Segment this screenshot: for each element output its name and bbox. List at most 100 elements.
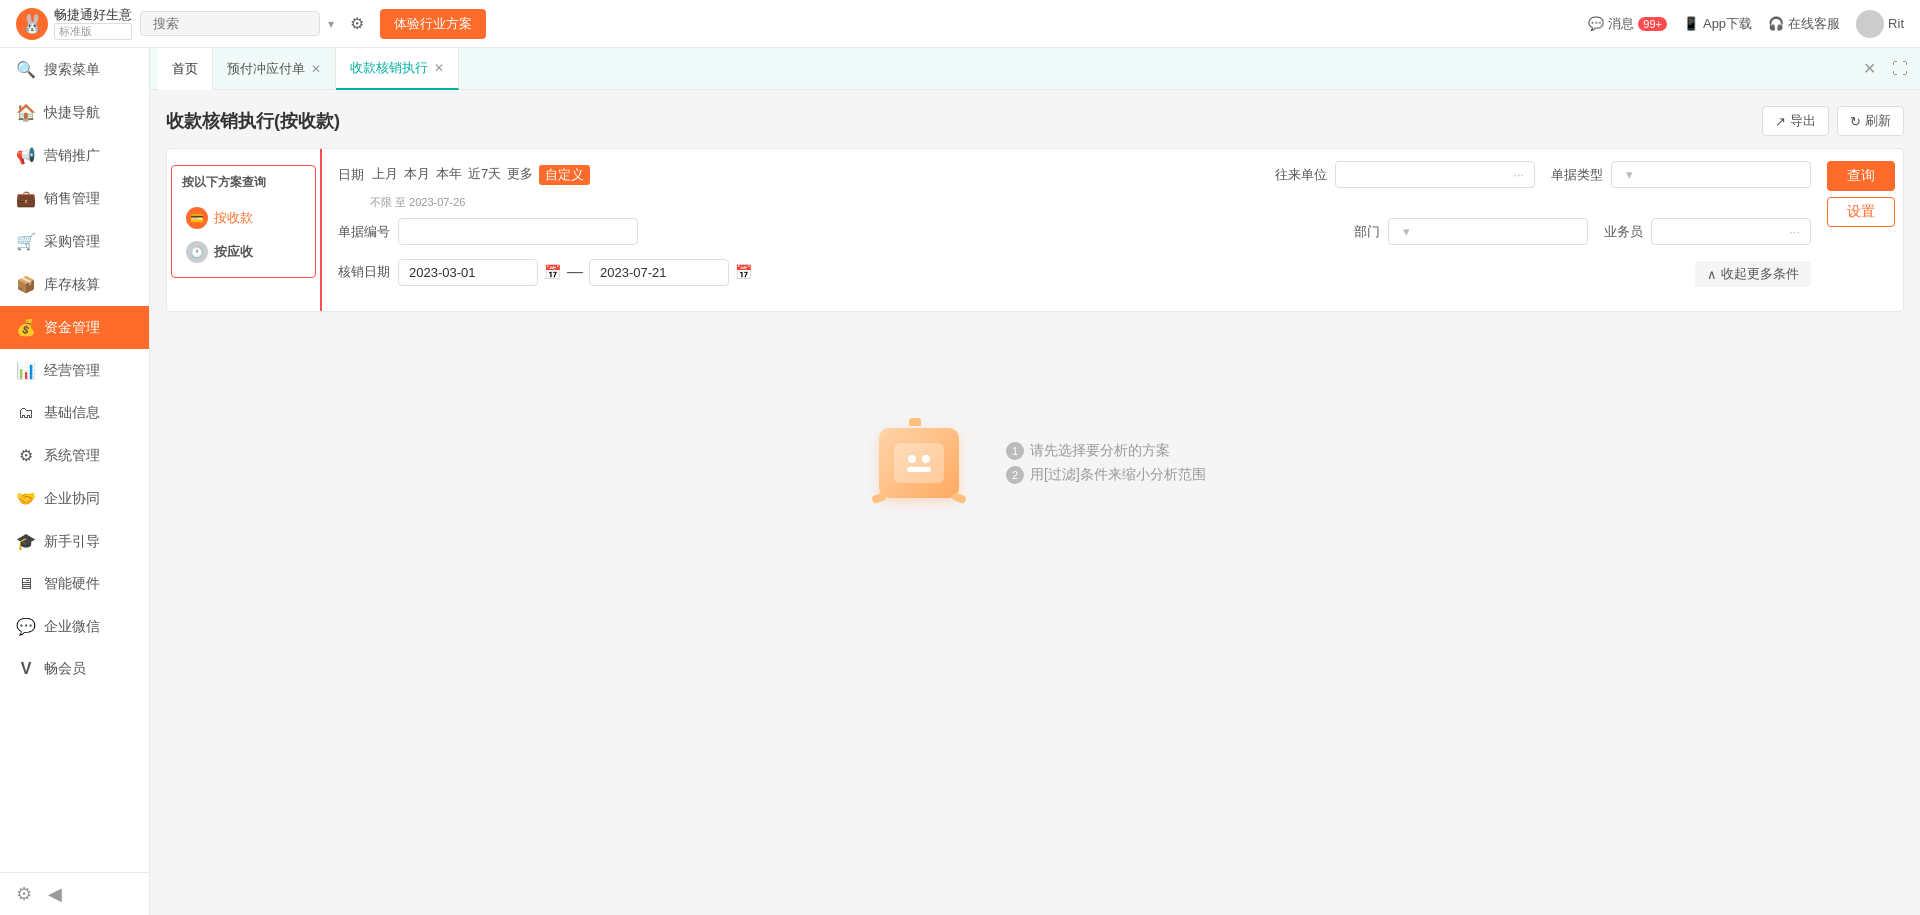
refresh-btn[interactable]: ↻ 刷新 bbox=[1837, 106, 1904, 136]
date-link-7days[interactable]: 近7天 bbox=[468, 165, 501, 185]
tab-bar: 首页 预付冲应付单 ✕ 收款核销执行 ✕ ✕ ⛶ bbox=[150, 48, 1920, 90]
export-btn[interactable]: ↗ 导出 bbox=[1762, 106, 1829, 136]
filter-by-receipt[interactable]: 💳 按收款 bbox=[182, 201, 305, 235]
top-bar: 🐰 畅捷通好生意 标准版 ▾ ⚙ 体验行业方案 💬 消息 99+ 📱 App下载… bbox=[0, 0, 1920, 48]
verify-date-from[interactable] bbox=[398, 259, 538, 286]
dropdown-chevron-icon[interactable]: ▾ bbox=[328, 17, 334, 31]
date-links: 上月 本月 本年 近7天 更多 自定义 bbox=[372, 165, 590, 185]
sidebar-item-finance[interactable]: 💰 资金管理 bbox=[0, 306, 149, 349]
doc-type-label: 单据类型 bbox=[1551, 166, 1603, 184]
sidebar-item-search[interactable]: 🔍 搜索菜单 bbox=[0, 48, 149, 91]
tab-expand-btn[interactable]: ⛶ bbox=[1888, 56, 1912, 82]
tab-home[interactable]: 首页 bbox=[158, 48, 213, 90]
counterparty-group: 往来单位 ··· bbox=[1275, 161, 1535, 188]
avatar bbox=[1856, 10, 1884, 38]
sidebar-item-basic-info[interactable]: 🗂 基础信息 bbox=[0, 392, 149, 434]
filter-row-3: 核销日期 📅 — 📅 ∧ bbox=[338, 257, 1811, 287]
counterparty-dots: ··· bbox=[1513, 167, 1524, 182]
doc-num-input[interactable] bbox=[398, 218, 638, 245]
sidebar-item-wechat[interactable]: 💬 企业微信 bbox=[0, 605, 149, 648]
collapse-sidebar-icon[interactable]: ◀ bbox=[48, 883, 62, 905]
service-icon: 🎧 bbox=[1768, 16, 1784, 31]
verify-date-range: 📅 — 📅 bbox=[398, 259, 752, 286]
filter-row-2: 单据编号 部门 ▾ 业务员 ··· bbox=[338, 218, 1811, 245]
tab-close-receipt[interactable]: ✕ bbox=[434, 61, 444, 75]
management-icon: 📊 bbox=[16, 361, 36, 380]
staff-label: 业务员 bbox=[1604, 223, 1643, 241]
dept-select[interactable]: ▾ bbox=[1388, 218, 1588, 245]
app-download-btn[interactable]: 📱 App下载 bbox=[1683, 15, 1752, 33]
cal-to-icon[interactable]: 📅 bbox=[735, 264, 752, 280]
refresh-icon: ↻ bbox=[1850, 114, 1861, 129]
staff-group: 业务员 ··· bbox=[1604, 218, 1811, 245]
home-icon: 🏠 bbox=[16, 103, 36, 122]
sidebar-item-sales[interactable]: 💼 销售管理 bbox=[0, 177, 149, 220]
dept-group: 部门 ▾ bbox=[1354, 218, 1588, 245]
service-btn[interactable]: 🎧 在线客服 bbox=[1768, 15, 1840, 33]
app-icon: 📱 bbox=[1683, 16, 1699, 31]
collapse-more-icon: ∧ bbox=[1707, 267, 1717, 282]
doc-type-group: 单据类型 ▾ bbox=[1551, 161, 1811, 188]
date-group: 日期 上月 本月 本年 近7天 更多 自定义 bbox=[338, 165, 590, 185]
sidebar-item-member[interactable]: V 畅会员 bbox=[0, 648, 149, 690]
filter-row-1: 日期 上月 本月 本年 近7天 更多 自定义 bbox=[338, 161, 1811, 188]
date-link-last-month[interactable]: 上月 bbox=[372, 165, 398, 185]
collapse-more-btn[interactable]: ∧ 收起更多条件 bbox=[1695, 261, 1811, 287]
counterparty-select[interactable]: ··· bbox=[1335, 161, 1535, 188]
sidebar-item-hardware[interactable]: 🖥 智能硬件 bbox=[0, 563, 149, 605]
tab-close-prepay[interactable]: ✕ bbox=[311, 62, 321, 76]
filter-form: 日期 上月 本月 本年 近7天 更多 自定义 bbox=[322, 149, 1827, 311]
page-actions: ↗ 导出 ↻ 刷新 bbox=[1762, 106, 1904, 136]
cal-from-icon[interactable]: 📅 bbox=[544, 264, 561, 280]
staff-select[interactable]: ··· bbox=[1651, 218, 1811, 245]
tab-bar-actions: ✕ ⛶ bbox=[1859, 55, 1912, 82]
date-link-more[interactable]: 更多 bbox=[507, 165, 533, 185]
sidebar-item-cooperation[interactable]: 🤝 企业协同 bbox=[0, 477, 149, 520]
doc-type-arrow: ▾ bbox=[1626, 167, 1633, 182]
page-content: 收款核销执行(按收款) ↗ 导出 ↻ 刷新 按以下方 bbox=[150, 90, 1920, 915]
date-link-this-month[interactable]: 本月 bbox=[404, 165, 430, 185]
tab-receipt[interactable]: 收款核销执行 ✕ bbox=[336, 48, 459, 90]
finance-icon: 💰 bbox=[16, 318, 36, 337]
doc-num-label: 单据编号 bbox=[338, 223, 390, 241]
query-btn[interactable]: 查询 bbox=[1827, 161, 1895, 191]
cooperation-icon: 🤝 bbox=[16, 489, 36, 508]
page-title: 收款核销执行(按收款) bbox=[166, 109, 340, 133]
sidebar-bottom: ⚙ ◀ bbox=[0, 872, 149, 915]
tab-prepay[interactable]: 预付冲应付单 ✕ bbox=[213, 48, 336, 90]
filter-by-receivable[interactable]: 🕐 按应收 bbox=[182, 235, 305, 269]
edition-badge: 标准版 bbox=[54, 23, 132, 40]
verify-date-to[interactable] bbox=[589, 259, 729, 286]
sidebar-item-management[interactable]: 📊 经营管理 bbox=[0, 349, 149, 392]
date-link-this-year[interactable]: 本年 bbox=[436, 165, 462, 185]
wechat-icon: 💬 bbox=[16, 617, 36, 636]
staff-dots: ··· bbox=[1789, 224, 1800, 239]
counterparty-label: 往来单位 bbox=[1275, 166, 1327, 184]
sidebar-item-system[interactable]: ⚙ 系统管理 bbox=[0, 434, 149, 477]
industry-btn[interactable]: 体验行业方案 bbox=[380, 9, 486, 39]
gear-icon[interactable]: ⚙ bbox=[350, 14, 364, 33]
doc-type-select[interactable]: ▾ bbox=[1611, 161, 1811, 188]
settings-bottom-icon[interactable]: ⚙ bbox=[16, 883, 32, 905]
sidebar-item-quicknav[interactable]: 🏠 快捷导航 bbox=[0, 91, 149, 134]
hardware-icon: 🖥 bbox=[16, 575, 36, 593]
member-icon: V bbox=[16, 660, 36, 678]
tab-close-all-btn[interactable]: ✕ bbox=[1859, 55, 1880, 82]
date-link-custom[interactable]: 自定义 bbox=[539, 165, 590, 185]
message-badge: 99+ bbox=[1638, 17, 1667, 31]
message-btn[interactable]: 💬 消息 99+ bbox=[1588, 15, 1667, 33]
sidebar-item-marketing[interactable]: 📢 营销推广 bbox=[0, 134, 149, 177]
page-header: 收款核销执行(按收款) ↗ 导出 ↻ 刷新 bbox=[166, 106, 1904, 136]
marketing-icon: 📢 bbox=[16, 146, 36, 165]
user-info[interactable]: Rit bbox=[1856, 10, 1904, 38]
filter-panel: 按以下方案查询 💳 按收款 🕐 按应收 bbox=[166, 148, 1904, 312]
sidebar-item-inventory[interactable]: 📦 库存核算 bbox=[0, 263, 149, 306]
sales-icon: 💼 bbox=[16, 189, 36, 208]
sidebar-item-guide[interactable]: 🎓 新手引导 bbox=[0, 520, 149, 563]
empty-state: 1 请先选择要分析的方案 2 用[过滤]条件来缩小分析范围 bbox=[166, 328, 1904, 598]
search-input[interactable] bbox=[140, 11, 320, 36]
sidebar-item-purchase[interactable]: 🛒 采购管理 bbox=[0, 220, 149, 263]
filter-sidebar-title: 按以下方案查询 💳 按收款 🕐 按应收 bbox=[171, 165, 316, 278]
settings-btn[interactable]: 设置 bbox=[1827, 197, 1895, 227]
doc-num-group: 单据编号 bbox=[338, 218, 638, 245]
